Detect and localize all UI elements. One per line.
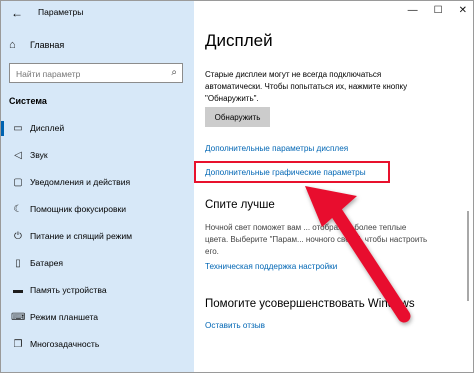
sidebar-item-label: Многозадачность — [30, 339, 100, 349]
storage-icon: ▬ — [13, 284, 23, 296]
sidebar-item-power[interactable]: ⏻ Питание и спящий режим — [1, 225, 194, 247]
back-arrow-icon[interactable]: ← — [11, 6, 23, 20]
page-title: Дисплей — [205, 31, 273, 50]
night-light-description: Ночной свет поможет вам ... отображая бо… — [205, 223, 428, 256]
sidebar-section-title: Система — [9, 96, 47, 106]
minimize-icon[interactable]: — — [408, 5, 418, 16]
sidebar-item-battery[interactable]: ▯ Батарея — [1, 252, 194, 274]
power-icon: ⏻ — [14, 230, 22, 242]
close-icon[interactable]: ✕ — [459, 5, 467, 16]
sidebar: ← Параметры ⌂ Главная ⌕ Система ▭ Диспле… — [1, 1, 194, 372]
window-title: Параметры — [38, 7, 84, 17]
moon-icon: ☾ — [13, 203, 23, 215]
sidebar-item-storage[interactable]: ▬ Память устройства — [1, 279, 194, 301]
search-box[interactable]: ⌕ — [9, 63, 183, 83]
sidebar-item-multitasking[interactable]: ❐ Многозадачность — [1, 333, 194, 355]
detect-description: Старые дисплеи могут не всегда подключат… — [205, 70, 408, 103]
sleep-better-heading: Спите лучше — [205, 199, 275, 211]
window-controls: — ☐ ✕ — [408, 5, 467, 16]
main-content: — ☐ ✕ Дисплей Старые дисплеи могут не вс… — [194, 1, 473, 372]
annotation-highlight-box — [194, 161, 390, 183]
notification-icon: ▢ — [13, 176, 23, 188]
sidebar-item-focus-assist[interactable]: ☾ Помощник фокусировки — [1, 198, 194, 220]
home-icon: ⌂ — [9, 39, 16, 51]
tablet-icon: ⌨ — [11, 311, 26, 323]
scrollbar[interactable] — [467, 211, 469, 301]
sidebar-item-tablet-mode[interactable]: ⌨ Режим планшета — [1, 306, 194, 328]
tech-support-link[interactable]: Техническая поддержка настройки — [205, 262, 337, 271]
feedback-link[interactable]: Оставить отзыв — [205, 321, 265, 330]
sidebar-home[interactable]: ⌂ Главная — [9, 39, 64, 51]
monitor-icon: ▭ — [13, 122, 23, 134]
sidebar-item-notifications[interactable]: ▢ Уведомления и действия — [1, 171, 194, 193]
sidebar-item-label: Звук — [30, 150, 48, 160]
sidebar-item-sound[interactable]: ◁ Звук — [1, 144, 194, 166]
search-input[interactable] — [10, 65, 166, 83]
sidebar-item-label: Память устройства — [30, 285, 107, 295]
maximize-icon[interactable]: ☐ — [434, 5, 443, 16]
sidebar-item-label: Режим планшета — [30, 312, 99, 322]
search-icon[interactable]: ⌕ — [171, 67, 177, 78]
sidebar-item-label: Батарея — [30, 258, 64, 268]
improve-windows-heading: Помогите усовершенствовать Windows — [205, 298, 415, 310]
sidebar-item-label: Уведомления и действия — [30, 177, 131, 187]
speaker-icon: ◁ — [14, 149, 22, 161]
sidebar-item-label: Питание и спящий режим — [30, 231, 133, 241]
advanced-display-link[interactable]: Дополнительные параметры дисплея — [205, 144, 348, 153]
sidebar-item-label: Помощник фокусировки — [30, 204, 127, 214]
sidebar-item-label: Дисплей — [30, 123, 65, 133]
settings-window: ← Параметры ⌂ Главная ⌕ Система ▭ Диспле… — [0, 0, 474, 373]
sidebar-item-display[interactable]: ▭ Дисплей — [1, 117, 194, 139]
detect-button[interactable]: Обнаружить — [205, 107, 270, 127]
multitask-icon: ❐ — [13, 338, 23, 350]
battery-icon: ▯ — [15, 257, 21, 269]
home-label: Главная — [30, 40, 65, 50]
